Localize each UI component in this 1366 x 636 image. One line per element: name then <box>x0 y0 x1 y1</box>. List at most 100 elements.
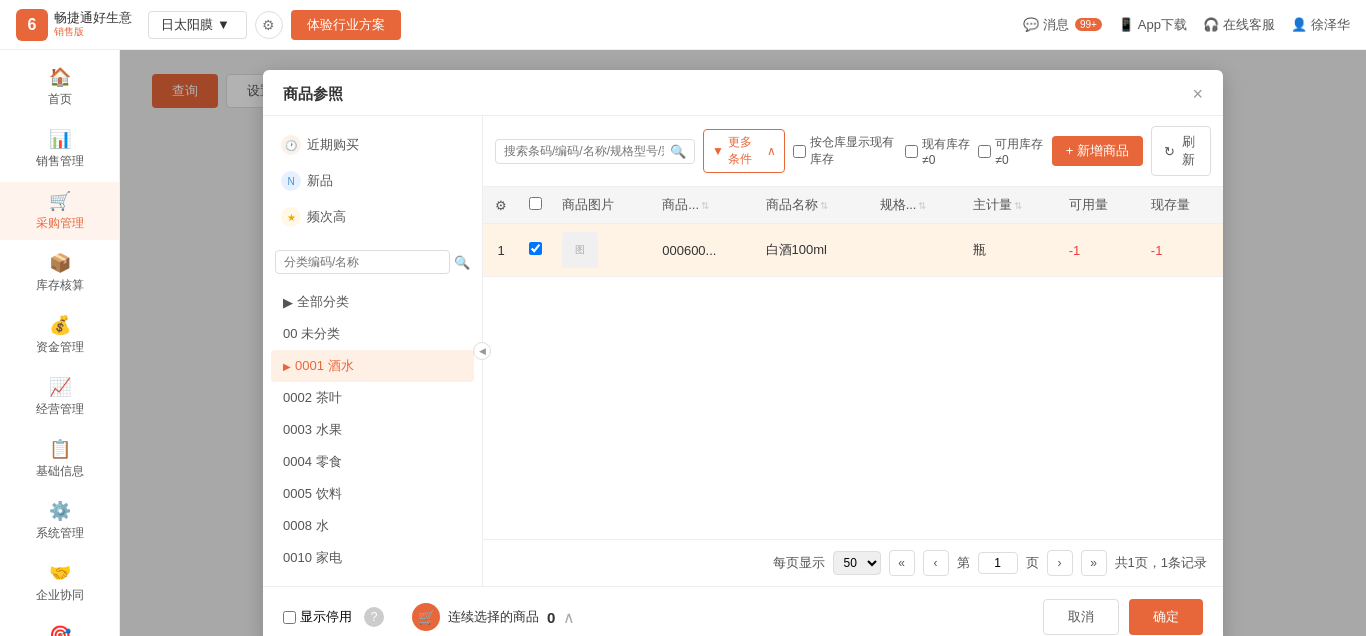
nav-item-highfreq[interactable]: ★ 频次高 <box>271 200 474 234</box>
sidebar-item-sales[interactable]: 📊 销售管理 <box>0 120 119 178</box>
warehouse-filter-checkbox[interactable]: 按仓库显示现有库存 <box>793 134 897 168</box>
page-input[interactable] <box>978 552 1018 574</box>
basic-info-icon: 📋 <box>49 438 71 460</box>
system-icon: ⚙️ <box>49 500 71 522</box>
product-reference-modal: 商品参照 × 🕐 近期购买 N 新 <box>263 70 1223 636</box>
sidebar: 🏠 首页 📊 销售管理 🛒 采购管理 📦 库存核算 💰 资金管理 📈 经营管理 … <box>0 50 120 636</box>
cancel-button[interactable]: 取消 <box>1043 599 1119 635</box>
gear-icon[interactable]: ⚙ <box>255 11 283 39</box>
top-nav: 6 畅捷通好生意 销售版 日太阳膜 ▼ ⚙ 体验行业方案 💬 消息 99+ 📱 … <box>0 0 1366 50</box>
add-product-button[interactable]: + 新增商品 <box>1052 136 1143 166</box>
category-item-drink[interactable]: 0005 饮料 <box>271 478 474 510</box>
refresh-icon: ↻ <box>1164 144 1175 159</box>
row-checkbox[interactable] <box>519 224 552 277</box>
category-search-icon[interactable]: 🔍 <box>454 255 470 270</box>
sidebar-item-management[interactable]: 📈 经营管理 <box>0 368 119 426</box>
modal-overlay: 商品参照 × 🕐 近期购买 N 新 <box>120 50 1366 636</box>
modal-header: 商品参照 × <box>263 70 1223 116</box>
sidebar-item-system[interactable]: ⚙️ 系统管理 <box>0 492 119 550</box>
product-search-icon[interactable]: 🔍 <box>670 144 686 159</box>
app-download-item[interactable]: 📱 App下载 <box>1118 16 1187 34</box>
first-page-btn[interactable]: « <box>889 550 915 576</box>
available-filter-checkbox[interactable]: 现有库存≠0 <box>905 136 970 167</box>
cart-area: 🛒 连续选择的商品 0 ∧ <box>412 603 575 631</box>
nav-item-recent[interactable]: 🕐 近期购买 <box>271 128 474 162</box>
clock-icon: 🕐 <box>281 135 301 155</box>
sidebar-item-purchase[interactable]: 🛒 采购管理 <box>0 182 119 240</box>
show-disabled-checkbox[interactable]: 显示停用 <box>283 608 352 626</box>
product-image: 图 <box>562 232 598 268</box>
category-item-liquor[interactable]: ▶ 0001 酒水 <box>271 350 474 382</box>
main-layout: 🏠 首页 📊 销售管理 🛒 采购管理 📦 库存核算 💰 资金管理 📈 经营管理 … <box>0 50 1366 636</box>
nav-item-new[interactable]: N 新品 <box>271 164 474 198</box>
category-list: ▶ 全部分类 00 未分类 ▶ 0001 酒水 0002 茶叶 0003 水果 … <box>263 286 482 574</box>
help-icon[interactable]: ? <box>364 607 384 627</box>
sidebar-item-guide[interactable]: 🎯 新手引导 <box>0 616 119 636</box>
col-available: 可用量 <box>1059 187 1141 224</box>
table-row[interactable]: 1 图 000600... 白酒100ml 瓶 <box>483 224 1223 277</box>
col-unit[interactable]: 主计量⇅ <box>963 187 1059 224</box>
messages-item[interactable]: 💬 消息 99+ <box>1023 16 1102 34</box>
management-icon: 📈 <box>49 376 71 398</box>
row-stock: -1 <box>1141 224 1223 277</box>
row-index: 1 <box>483 224 519 277</box>
experience-btn[interactable]: 体验行业方案 <box>291 10 401 40</box>
filter-button[interactable]: ▼ 更多条件 ∧ <box>703 129 785 173</box>
category-item-snack[interactable]: 0004 零食 <box>271 446 474 478</box>
next-page-btn[interactable]: › <box>1047 550 1073 576</box>
modal-body: 🕐 近期购买 N 新品 ★ 频次高 <box>263 116 1223 586</box>
category-item-appliance[interactable]: 0010 家电 <box>271 542 474 574</box>
col-name[interactable]: 商品名称⇅ <box>756 187 870 224</box>
chevron-up-icon[interactable]: ∧ <box>563 608 575 627</box>
home-icon: 🏠 <box>49 66 71 88</box>
store-select[interactable]: 日太阳膜 ▼ <box>148 11 247 39</box>
right-panel: 🔍 ▼ 更多条件 ∧ 按仓库显示现有库存 <box>483 116 1223 586</box>
footer-buttons: 取消 确定 <box>1043 599 1203 635</box>
col-settings[interactable]: ⚙ <box>483 187 519 224</box>
confirm-button[interactable]: 确定 <box>1129 599 1203 635</box>
product-table-container: ⚙ 商品图片 商品...⇅ 商品名称⇅ 规格...⇅ 主计量⇅ 可用量 现存量 <box>483 187 1223 539</box>
sidebar-item-inventory[interactable]: 📦 库存核算 <box>0 244 119 302</box>
left-panel-nav: 🕐 近期购买 N 新品 ★ 频次高 <box>263 128 482 234</box>
panel-collapse-btn[interactable]: ◀ <box>473 342 491 360</box>
product-search-input[interactable] <box>504 144 664 158</box>
category-item-fruit[interactable]: 0003 水果 <box>271 414 474 446</box>
category-item-water[interactable]: 0008 水 <box>271 510 474 542</box>
product-table: ⚙ 商品图片 商品...⇅ 商品名称⇅ 规格...⇅ 主计量⇅ 可用量 现存量 <box>483 187 1223 277</box>
category-search-input[interactable] <box>275 250 450 274</box>
page-size-select[interactable]: 50 <box>833 551 881 575</box>
row-name: 白酒100ml <box>756 224 870 277</box>
row-image: 图 <box>552 224 652 277</box>
content-area: 查询 设置 商品参照 × 🕐 <box>120 50 1366 636</box>
row-unit: 瓶 <box>963 224 1059 277</box>
prev-page-btn[interactable]: ‹ <box>923 550 949 576</box>
category-item-tea[interactable]: 0002 茶叶 <box>271 382 474 414</box>
user-item[interactable]: 👤 徐泽华 <box>1291 16 1350 34</box>
pagination-row: 每页显示 50 « ‹ 第 页 › » 共1页，1条记录 <box>483 539 1223 586</box>
filter-icon: ▼ <box>712 144 724 158</box>
last-page-btn[interactable]: » <box>1081 550 1107 576</box>
sidebar-item-collab[interactable]: 🤝 企业协同 <box>0 554 119 612</box>
col-image: 商品图片 <box>552 187 652 224</box>
category-item-all[interactable]: ▶ 全部分类 <box>271 286 474 318</box>
col-spec[interactable]: 规格...⇅ <box>870 187 963 224</box>
modal-close-button[interactable]: × <box>1192 84 1203 105</box>
left-panel: 🕐 近期购买 N 新品 ★ 频次高 <box>263 116 483 586</box>
refresh-button[interactable]: ↻ 刷新 <box>1151 126 1211 176</box>
star-icon: ★ <box>281 207 301 227</box>
online-service-item[interactable]: 🎧 在线客服 <box>1203 16 1275 34</box>
sidebar-item-finance[interactable]: 💰 资金管理 <box>0 306 119 364</box>
logo-area: 6 畅捷通好生意 销售版 <box>16 9 132 41</box>
category-item-none[interactable]: 00 未分类 <box>271 318 474 350</box>
sidebar-item-home[interactable]: 🏠 首页 <box>0 58 119 116</box>
finance-icon: 💰 <box>49 314 71 336</box>
col-checkbox[interactable] <box>519 187 552 224</box>
col-code[interactable]: 商品...⇅ <box>652 187 755 224</box>
modal-footer: 显示停用 ? 🛒 连续选择的商品 0 ∧ 取消 确定 <box>263 586 1223 636</box>
sidebar-item-basic-info[interactable]: 📋 基础信息 <box>0 430 119 488</box>
usable-filter-checkbox[interactable]: 可用库存≠0 <box>978 136 1043 167</box>
cart-icon: 🛒 <box>412 603 440 631</box>
sales-icon: 📊 <box>49 128 71 150</box>
modal-title: 商品参照 <box>283 85 343 104</box>
nav-right: 💬 消息 99+ 📱 App下载 🎧 在线客服 👤 徐泽华 <box>1023 16 1350 34</box>
